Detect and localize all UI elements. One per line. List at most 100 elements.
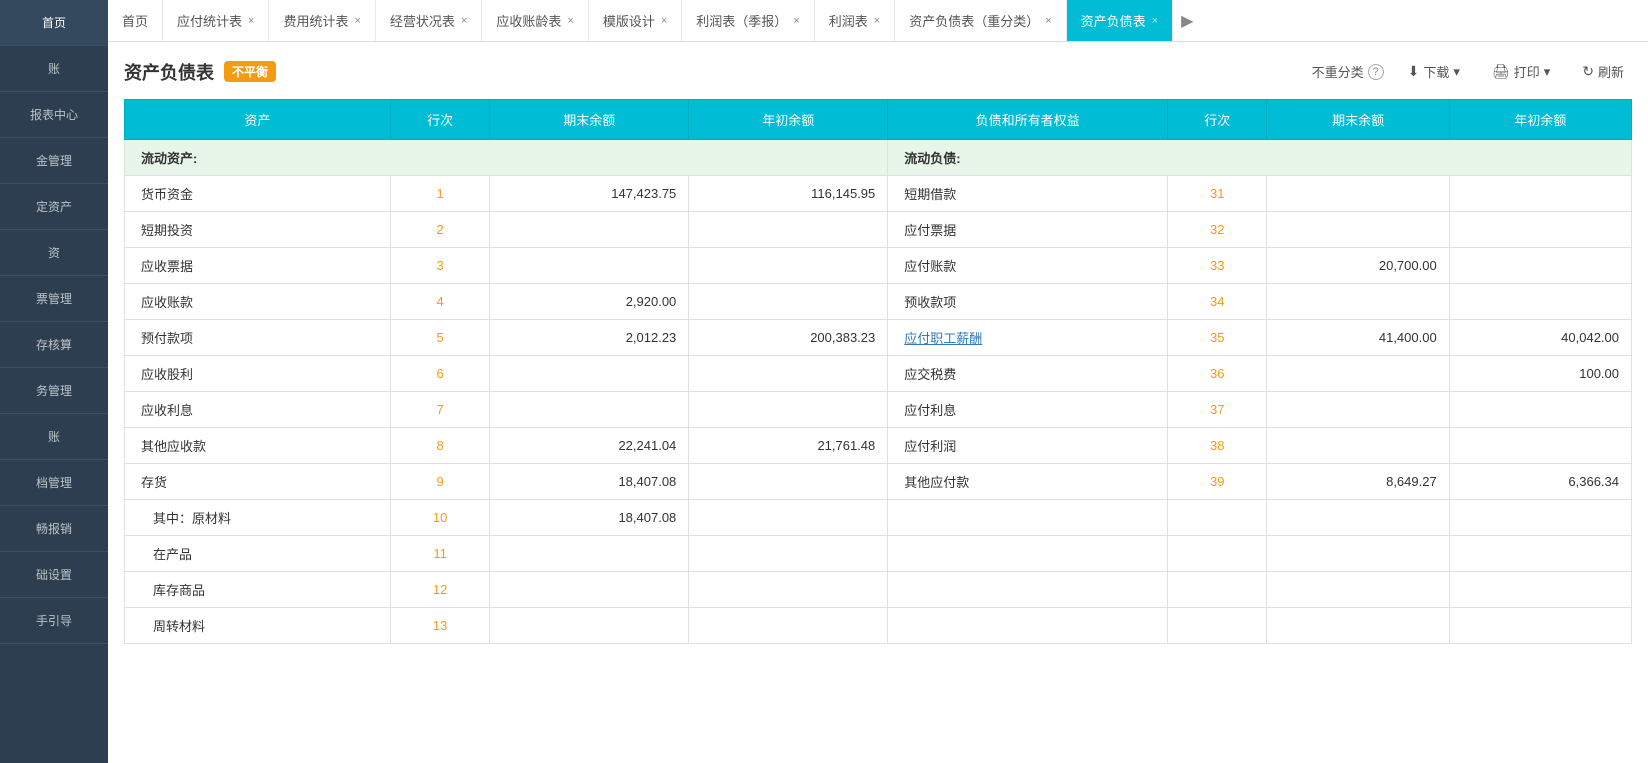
left-end-balance[interactable]: 2,920.00 — [490, 284, 689, 320]
right-end-balance[interactable] — [1267, 356, 1449, 392]
right-start-balance[interactable] — [1449, 248, 1631, 284]
sidebar-item-archive[interactable]: 档管理 — [0, 460, 108, 506]
right-end-balance[interactable]: 8,649.27 — [1267, 464, 1449, 500]
left-start-balance[interactable] — [689, 536, 888, 572]
right-item[interactable]: 预收款项 — [888, 284, 1168, 320]
left-start-balance[interactable] — [689, 464, 888, 500]
right-start-balance[interactable] — [1449, 392, 1631, 428]
right-item[interactable]: 应付职工薪酬 — [888, 320, 1168, 356]
left-start-balance[interactable] — [689, 212, 888, 248]
left-end-balance[interactable]: 18,407.08 — [490, 500, 689, 536]
tab-scroll-arrow[interactable]: ▶ — [1173, 11, 1201, 31]
right-item[interactable]: 应付利息 — [888, 392, 1168, 428]
left-end-balance[interactable]: 22,241.04 — [490, 428, 689, 464]
sidebar-item-tickets[interactable]: 票管理 — [0, 276, 108, 322]
left-end-balance[interactable] — [490, 536, 689, 572]
tab-balance-close[interactable]: × — [1152, 15, 1158, 27]
left-end-balance[interactable]: 18,407.08 — [490, 464, 689, 500]
right-start-balance[interactable] — [1449, 212, 1631, 248]
left-end-balance[interactable] — [490, 572, 689, 608]
sidebar-item-business[interactable]: 务管理 — [0, 368, 108, 414]
print-button[interactable]: 🖨 打印 ▾ — [1484, 58, 1558, 85]
left-item[interactable]: 应收利息 — [125, 392, 391, 428]
right-end-balance[interactable] — [1267, 212, 1449, 248]
left-end-balance[interactable] — [490, 356, 689, 392]
sidebar-item-capital[interactable]: 资 — [0, 230, 108, 276]
right-item[interactable]: 应交税费 — [888, 356, 1168, 392]
left-end-balance[interactable] — [490, 608, 689, 644]
right-end-balance[interactable] — [1267, 392, 1449, 428]
tab-payable-stats-close[interactable]: × — [248, 15, 254, 27]
right-start-balance[interactable]: 40,042.00 — [1449, 320, 1631, 356]
left-item[interactable]: 其他应收款 — [125, 428, 391, 464]
left-item[interactable]: 短期投资 — [125, 212, 391, 248]
left-start-balance[interactable] — [689, 392, 888, 428]
right-start-balance[interactable] — [1449, 428, 1631, 464]
right-end-balance[interactable] — [1267, 176, 1449, 212]
tab-profit-quarterly-close[interactable]: × — [793, 15, 799, 27]
tab-profit[interactable]: 利润表 × — [815, 0, 895, 42]
left-start-balance[interactable] — [689, 356, 888, 392]
left-start-balance[interactable] — [689, 500, 888, 536]
right-start-balance[interactable] — [1449, 176, 1631, 212]
no-classify-toggle[interactable]: 不重分类 ? — [1312, 62, 1384, 81]
sidebar-item-ledger[interactable]: 账 — [0, 414, 108, 460]
left-item-sub[interactable]: 在产品 — [125, 536, 391, 572]
right-item[interactable]: 短期借款 — [888, 176, 1168, 212]
sidebar-item-home[interactable]: 首页 — [0, 0, 108, 46]
tab-payable-stats[interactable]: 应付统计表 × — [163, 0, 269, 42]
sidebar-item-accounts[interactable]: 账 — [0, 46, 108, 92]
tab-home[interactable]: 首页 — [108, 0, 163, 42]
left-item[interactable]: 应收股利 — [125, 356, 391, 392]
tab-template-design[interactable]: 模版设计 × — [589, 0, 682, 42]
right-end-balance[interactable] — [1267, 428, 1449, 464]
tab-receivable-aging-close[interactable]: × — [567, 15, 573, 27]
left-item[interactable]: 应收票据 — [125, 248, 391, 284]
tab-expense-stats-close[interactable]: × — [354, 15, 360, 27]
sidebar-item-inventory[interactable]: 存核算 — [0, 322, 108, 368]
right-item[interactable]: 应付票据 — [888, 212, 1168, 248]
sidebar-item-finance[interactable]: 金管理 — [0, 138, 108, 184]
right-item[interactable]: 应付账款 — [888, 248, 1168, 284]
left-end-balance[interactable]: 2,012.23 — [490, 320, 689, 356]
tab-balance[interactable]: 资产负债表 × — [1067, 0, 1173, 42]
left-start-balance[interactable] — [689, 284, 888, 320]
tab-balance-reclassified-close[interactable]: × — [1045, 15, 1051, 27]
left-end-balance[interactable] — [490, 212, 689, 248]
left-start-balance[interactable]: 21,761.48 — [689, 428, 888, 464]
left-start-balance[interactable]: 200,383.23 — [689, 320, 888, 356]
right-start-balance[interactable]: 100.00 — [1449, 356, 1631, 392]
left-item[interactable]: 存货 — [125, 464, 391, 500]
tab-balance-reclassified[interactable]: 资产负债表（重分类） × — [895, 0, 1066, 42]
tab-profit-close[interactable]: × — [874, 15, 880, 27]
sidebar-item-reports[interactable]: 报表中心 — [0, 92, 108, 138]
sidebar-item-expense[interactable]: 畅报销 — [0, 506, 108, 552]
tab-operations-close[interactable]: × — [461, 15, 467, 27]
left-end-balance[interactable]: 147,423.75 — [490, 176, 689, 212]
tab-expense-stats[interactable]: 费用统计表 × — [269, 0, 375, 42]
right-start-balance[interactable] — [1449, 284, 1631, 320]
tab-profit-quarterly[interactable]: 利润表（季报） × — [682, 0, 814, 42]
right-end-balance[interactable] — [1267, 284, 1449, 320]
sidebar-item-guide[interactable]: 手引导 — [0, 598, 108, 644]
left-item[interactable]: 应收账款 — [125, 284, 391, 320]
left-item[interactable]: 货币资金 — [125, 176, 391, 212]
left-start-balance[interactable] — [689, 572, 888, 608]
left-start-balance[interactable] — [689, 608, 888, 644]
left-end-balance[interactable] — [490, 392, 689, 428]
download-button[interactable]: ⬇ 下载 ▾ — [1400, 58, 1468, 85]
tab-template-design-close[interactable]: × — [661, 15, 667, 27]
right-item[interactable]: 应付利润 — [888, 428, 1168, 464]
right-end-balance[interactable]: 20,700.00 — [1267, 248, 1449, 284]
sidebar-item-fixed-assets[interactable]: 定资产 — [0, 184, 108, 230]
sidebar-item-settings[interactable]: 础设置 — [0, 552, 108, 598]
right-item[interactable]: 其他应付款 — [888, 464, 1168, 500]
left-start-balance[interactable] — [689, 248, 888, 284]
right-start-balance[interactable]: 6,366.34 — [1449, 464, 1631, 500]
tab-operations[interactable]: 经营状况表 × — [376, 0, 482, 42]
left-item-sub[interactable]: 周转材料 — [125, 608, 391, 644]
left-end-balance[interactable] — [490, 248, 689, 284]
tab-receivable-aging[interactable]: 应收账龄表 × — [482, 0, 588, 42]
refresh-button[interactable]: ↻ 刷新 — [1574, 58, 1632, 85]
left-item-sub[interactable]: 其中：原材料 — [125, 500, 391, 536]
